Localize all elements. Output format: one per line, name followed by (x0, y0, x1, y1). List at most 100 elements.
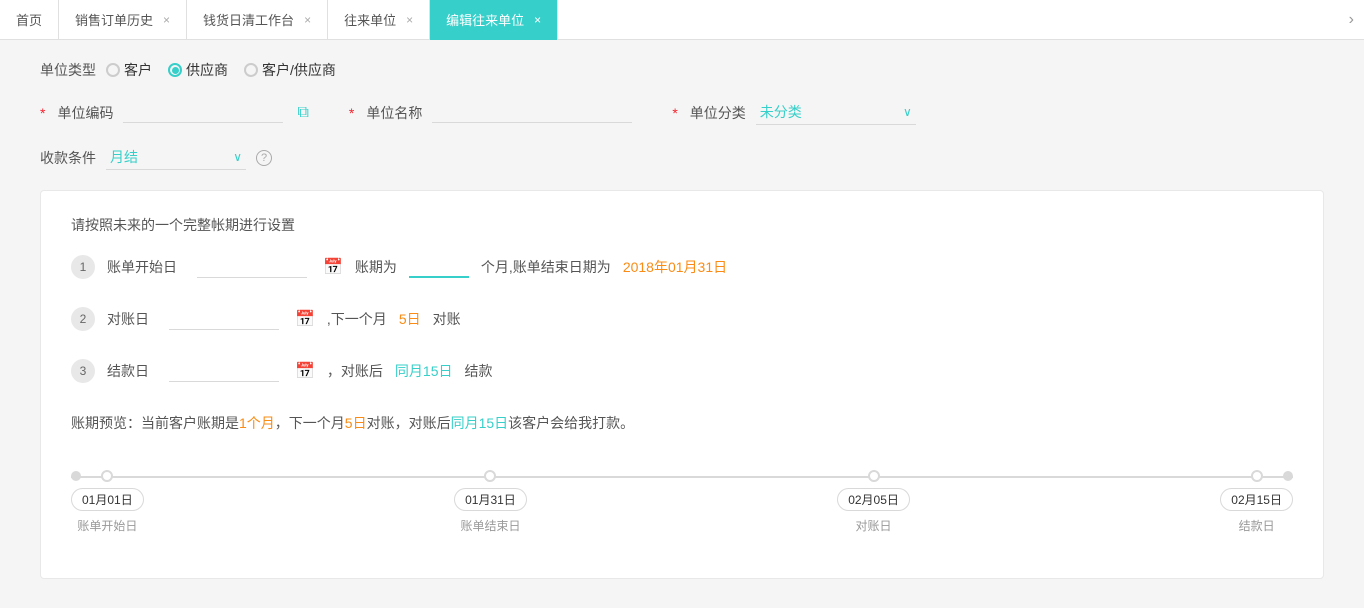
payment-terms-label: 收款条件 (40, 148, 96, 168)
unit-name-input[interactable]: 河南供应商22 (432, 102, 632, 123)
radio-supplier-circle (168, 63, 182, 77)
payment-terms-row: 收款条件 月结 ∨ ? (40, 145, 1324, 170)
preview-1: 1个月 (239, 415, 275, 431)
reconciliation-calendar-icon[interactable]: 📅 (295, 309, 315, 329)
payment-date-highlight: 同月15日 (395, 361, 453, 381)
name-required-star: * (349, 105, 354, 121)
tab-sales-history-label: 销售订单历史 (75, 10, 153, 29)
timeline-badge-3: 02月15日 (1220, 488, 1293, 511)
radio-both-circle (244, 63, 258, 77)
bill-start-label: 账单开始日 (107, 257, 177, 277)
period-end-date: 2018年01月31日 (623, 257, 727, 277)
payment-date-post: 结款 (465, 361, 493, 381)
section-instruction: 请按照未来的一个完整帐期进行设置 (71, 215, 1293, 235)
unit-code-input[interactable]: 000001 (123, 102, 283, 123)
unit-category-arrow-icon: ∨ (903, 105, 912, 119)
timeline-dot-2 (868, 470, 880, 482)
preview-5: 同月15日 (451, 415, 509, 431)
bill-start-calendar-icon[interactable]: 📅 (323, 257, 343, 277)
unit-category-value: 未分类 (760, 102, 899, 122)
row-num-3: 3 (71, 359, 95, 383)
tab-contacts-label: 往来单位 (344, 10, 396, 29)
preview-label: 账期预览：当前客户账期是 (71, 415, 239, 431)
preview-4: 对账，对账后 (367, 415, 451, 431)
timeline: 01月01日 账单开始日 01月31日 账单结束日 02月05日 对账日 02月… (71, 460, 1293, 554)
category-required-star: * (672, 105, 677, 121)
bill-start-date-input[interactable]: 2018-01-01 (197, 257, 307, 278)
reconciliation-highlight: 5日 (399, 309, 421, 329)
timeline-points: 01月01日 账单开始日 01月31日 账单结束日 02月05日 对账日 02月… (71, 470, 1293, 534)
timeline-label-0: 账单开始日 (77, 517, 137, 534)
code-required-star: * (40, 105, 45, 121)
preview-2: ，下一个月 (275, 415, 345, 431)
tab-home[interactable]: 首页 (0, 0, 59, 40)
reconciliation-date-input[interactable]: 2018-02-05 (169, 309, 279, 330)
tab-contacts-close[interactable]: × (406, 13, 413, 27)
radio-both-label: 客户/供应商 (262, 60, 336, 80)
tab-edit-contacts[interactable]: 编辑往来单位 × (430, 0, 558, 40)
unit-type-label: 单位类型 (40, 60, 96, 80)
bill-start-row: 1 账单开始日 2018-01-01 📅 账期为 1 个月,账单结束日期为 20… (71, 255, 1293, 279)
period-suffix: 个月,账单结束日期为 (481, 257, 611, 277)
timeline-point-0: 01月01日 账单开始日 (71, 470, 144, 534)
period-prefix: 账期为 (355, 257, 397, 277)
timeline-dot-0 (101, 470, 113, 482)
tab-edit-contacts-close[interactable]: × (534, 13, 541, 27)
tab-cash-work-close[interactable]: × (304, 13, 311, 27)
radio-customer-label: 客户 (124, 60, 152, 80)
tab-expand-button[interactable]: › (1339, 11, 1364, 29)
timeline-badge-1: 01月31日 (454, 488, 527, 511)
radio-supplier[interactable]: 供应商 (168, 60, 228, 80)
payment-terms-select[interactable]: 月结 ∨ (106, 145, 246, 170)
preview-text: 账期预览：当前客户账期是1个月，下一个月5日对账，对账后同月15日该客户会给我打… (71, 411, 1293, 436)
payment-terms-arrow-icon: ∨ (233, 150, 242, 164)
page-content: 单位类型 客户 供应商 客户/供应商 * 单位编码 000001 ⧉ * 单位名… (0, 40, 1364, 608)
tabs-bar: 首页 销售订单历史 × 钱货日清工作台 × 往来单位 × 编辑往来单位 × › (0, 0, 1364, 40)
radio-supplier-label: 供应商 (186, 60, 228, 80)
unit-type-row: 单位类型 客户 供应商 客户/供应商 (40, 60, 1324, 80)
unit-category-select[interactable]: 未分类 ∨ (756, 100, 916, 125)
payment-date-row: 3 结款日 2018-02-15 📅 ，对账后同月15日结款 (71, 359, 1293, 383)
timeline-label-1: 账单结束日 (460, 517, 520, 534)
settings-section: 请按照未来的一个完整帐期进行设置 1 账单开始日 2018-01-01 📅 账期… (40, 190, 1324, 579)
reconciliation-pre: ,下一个月 (327, 309, 387, 329)
payment-terms-value: 月结 (110, 147, 229, 167)
timeline-badge-0: 01月01日 (71, 488, 144, 511)
timeline-badge-2: 02月05日 (837, 488, 910, 511)
unit-type-radio-group: 客户 供应商 客户/供应商 (106, 60, 336, 80)
tab-cash-work-label: 钱货日清工作台 (203, 10, 294, 29)
timeline-label-3: 结款日 (1239, 517, 1275, 534)
timeline-label-2: 对账日 (856, 517, 892, 534)
row-num-1: 1 (71, 255, 95, 279)
unit-code-label: 单位编码 (57, 103, 113, 123)
preview-3: 5日 (345, 415, 367, 431)
tab-home-label: 首页 (16, 10, 42, 29)
tab-edit-contacts-label: 编辑往来单位 (446, 10, 524, 29)
reconciliation-post: 对账 (433, 309, 461, 329)
period-value-input[interactable]: 1 (409, 256, 469, 278)
tab-sales-history[interactable]: 销售订单历史 × (59, 0, 187, 40)
tab-cash-work[interactable]: 钱货日清工作台 × (187, 0, 328, 40)
reconciliation-row: 2 对账日 2018-02-05 📅 ,下一个月 5日对账 (71, 307, 1293, 331)
timeline-dot-1 (484, 470, 496, 482)
radio-customer[interactable]: 客户 (106, 60, 152, 80)
timeline-point-1: 01月31日 账单结束日 (454, 470, 527, 534)
unit-info-row: * 单位编码 000001 ⧉ * 单位名称 河南供应商22 * 单位分类 未分… (40, 100, 1324, 125)
reconciliation-label: 对账日 (107, 309, 149, 329)
payment-terms-help-icon[interactable]: ? (256, 150, 272, 166)
payment-date-pre: ，对账后 (327, 361, 383, 381)
preview-6: 该客户会给我打款。 (508, 415, 634, 431)
tab-contacts[interactable]: 往来单位 × (328, 0, 430, 40)
row-num-2: 2 (71, 307, 95, 331)
tab-sales-history-close[interactable]: × (163, 13, 170, 27)
timeline-dot-3 (1251, 470, 1263, 482)
radio-customer-circle (106, 63, 120, 77)
payment-date-calendar-icon[interactable]: 📅 (295, 361, 315, 381)
payment-date-input[interactable]: 2018-02-15 (169, 361, 279, 382)
radio-both[interactable]: 客户/供应商 (244, 60, 336, 80)
unit-name-label: 单位名称 (366, 103, 422, 123)
unit-category-label: 单位分类 (690, 103, 746, 123)
unit-code-copy-icon[interactable]: ⧉ (297, 104, 308, 122)
payment-date-label: 结款日 (107, 361, 149, 381)
timeline-point-3: 02月15日 结款日 (1220, 470, 1293, 534)
